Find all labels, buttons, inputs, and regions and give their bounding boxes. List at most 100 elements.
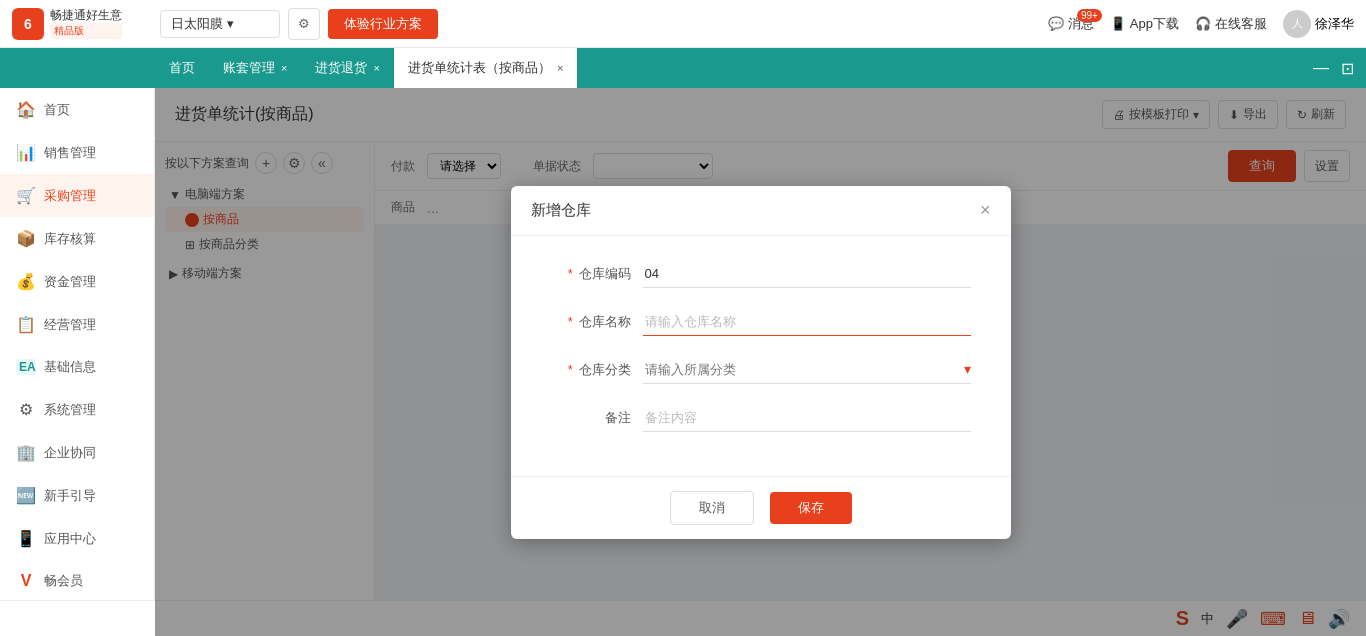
tab-expand-icon[interactable]: ⊡	[1337, 55, 1358, 82]
enterprise-icon: 🏢	[16, 443, 36, 462]
logo-area: 6 畅捷通好生意 精品版	[12, 8, 152, 40]
remark-input[interactable]	[643, 404, 971, 432]
app-center-icon: 📱	[16, 529, 36, 548]
cancel-button[interactable]: 取消	[670, 491, 754, 525]
sidebar-item-guide[interactable]: 🆕 新手引导	[0, 474, 154, 517]
modal-close-button[interactable]: ×	[980, 200, 991, 221]
sidebar-enterprise-label: 企业协同	[44, 444, 96, 462]
app-badge: 精品版	[50, 23, 122, 39]
tab-bar: 首页 账套管理 × 进货退货 × 进货单统计表（按商品） × — ⊡	[0, 48, 1366, 88]
modal-overlay: 新增仓库 × * 仓库编码 *	[155, 88, 1366, 636]
inventory-icon: 📦	[16, 229, 36, 248]
sidebar-item-app-center[interactable]: 📱 应用中心	[0, 517, 154, 560]
sidebar-home-label: 首页	[44, 101, 70, 119]
tab-controls: — ⊡	[1309, 55, 1366, 82]
purchase-icon: 🛒	[16, 186, 36, 205]
save-button[interactable]: 保存	[770, 492, 852, 524]
sidebar-item-vip[interactable]: V 畅会员	[0, 560, 154, 602]
sidebar-item-enterprise[interactable]: 🏢 企业协同	[0, 431, 154, 474]
tab-purchase-stats-label: 进货单统计表（按商品）	[408, 59, 551, 77]
trial-button[interactable]: 体验行业方案	[328, 9, 438, 39]
required-star-category: *	[568, 362, 573, 377]
warehouse-name-label: * 仓库名称	[551, 313, 631, 331]
sidebar-purchase-label: 采购管理	[44, 187, 96, 205]
modal-header: 新增仓库 ×	[511, 186, 1011, 236]
vip-icon: V	[16, 572, 36, 590]
store-selector[interactable]: 日太阳膜 ▾	[160, 10, 280, 38]
settings-button[interactable]: ⚙	[288, 8, 320, 40]
tab-purchase-return[interactable]: 进货退货 ×	[301, 48, 393, 88]
main-layout: 🏠 首页 📊 销售管理 🛒 采购管理 📦 库存核算 💰 资金管理 📋 经营管理 …	[0, 88, 1366, 636]
basic-info-icon: EA	[16, 359, 36, 375]
store-arrow-icon: ▾	[227, 16, 234, 31]
form-row-code: * 仓库编码	[551, 260, 971, 288]
modal-body: * 仓库编码 * 仓库名称	[511, 236, 1011, 476]
sidebar-item-finance[interactable]: 💰 资金管理	[0, 260, 154, 303]
finance-icon: 💰	[16, 272, 36, 291]
tab-purchase-return-label: 进货退货	[315, 59, 367, 77]
app-download-button[interactable]: 📱 App下载	[1110, 15, 1179, 33]
required-star-code: *	[568, 266, 573, 281]
category-dropdown-icon: ▾	[964, 361, 971, 377]
tab-purchase-stats[interactable]: 进货单统计表（按商品） ×	[394, 48, 577, 88]
modal-title: 新增仓库	[531, 201, 591, 220]
tab-purchase-stats-close[interactable]: ×	[557, 62, 563, 74]
tab-account-label: 账套管理	[223, 59, 275, 77]
app-name: 畅捷通好生意	[50, 8, 122, 24]
user-info[interactable]: 人 徐泽华	[1283, 10, 1354, 38]
tab-home[interactable]: 首页	[155, 48, 209, 88]
phone-icon: 📱	[1110, 16, 1126, 31]
warehouse-category-select[interactable]: ▾	[643, 356, 971, 384]
guide-icon: 🆕	[16, 486, 36, 505]
gear-icon: ⚙	[298, 16, 310, 31]
sidebar-item-purchase[interactable]: 🛒 采购管理	[0, 174, 154, 217]
sales-icon: 📊	[16, 143, 36, 162]
header-right: 💬 消息 99+ 📱 App下载 🎧 在线客服 人 徐泽华	[1048, 10, 1354, 38]
sidebar-item-system[interactable]: ⚙ 系统管理	[0, 388, 154, 431]
app-logo: 6	[12, 8, 44, 40]
form-row-category: * 仓库分类 ▾	[551, 356, 971, 384]
warehouse-category-input[interactable]	[643, 356, 964, 383]
store-name: 日太阳膜	[171, 15, 223, 33]
tab-account-close[interactable]: ×	[281, 62, 287, 74]
app-label: App下载	[1130, 15, 1179, 33]
modal-new-warehouse: 新增仓库 × * 仓库编码 *	[511, 186, 1011, 539]
sidebar-sales-label: 销售管理	[44, 144, 96, 162]
system-icon: ⚙	[16, 400, 36, 419]
sidebar-basic-info-label: 基础信息	[44, 358, 96, 376]
modal-footer: 取消 保存	[511, 476, 1011, 539]
sidebar-item-operation[interactable]: 📋 经营管理	[0, 303, 154, 346]
warehouse-code-input[interactable]	[643, 260, 971, 288]
required-star-name: *	[568, 314, 573, 329]
message-button[interactable]: 💬 消息 99+	[1048, 15, 1094, 33]
user-name: 徐泽华	[1315, 15, 1354, 33]
sidebar-operation-label: 经营管理	[44, 316, 96, 334]
sidebar-item-basic-info[interactable]: EA 基础信息	[0, 346, 154, 388]
tab-account[interactable]: 账套管理 ×	[209, 48, 301, 88]
sidebar-app-center-label: 应用中心	[44, 530, 96, 548]
form-row-name: * 仓库名称	[551, 308, 971, 336]
content-area: 进货单统计(按商品) 🖨 按模板打印 ▾ ⬇ 导出 ↻ 刷新	[155, 88, 1366, 636]
warehouse-code-label: * 仓库编码	[551, 265, 631, 283]
tab-purchase-return-close[interactable]: ×	[373, 62, 379, 74]
remark-label: 备注	[551, 409, 631, 427]
sidebar-item-home[interactable]: 🏠 首页	[0, 88, 154, 131]
sidebar-system-label: 系统管理	[44, 401, 96, 419]
warehouse-name-input[interactable]	[643, 308, 971, 336]
avatar: 人	[1283, 10, 1311, 38]
form-row-remark: 备注	[551, 404, 971, 432]
warehouse-category-label: * 仓库分类	[551, 361, 631, 379]
operation-icon: 📋	[16, 315, 36, 334]
message-badge: 99+	[1077, 9, 1102, 22]
online-service-button[interactable]: 🎧 在线客服	[1195, 15, 1267, 33]
sidebar-vip-label: 畅会员	[44, 572, 83, 590]
sidebar-finance-label: 资金管理	[44, 273, 96, 291]
top-header: 6 畅捷通好生意 精品版 日太阳膜 ▾ ⚙ 体验行业方案 💬 消息 99+ 📱 …	[0, 0, 1366, 48]
sidebar: 🏠 首页 📊 销售管理 🛒 采购管理 📦 库存核算 💰 资金管理 📋 经营管理 …	[0, 88, 155, 636]
sidebar-inventory-label: 库存核算	[44, 230, 96, 248]
sidebar-item-sales[interactable]: 📊 销售管理	[0, 131, 154, 174]
message-icon: 💬	[1048, 16, 1064, 31]
tab-minimize-icon[interactable]: —	[1309, 55, 1333, 81]
sidebar-guide-label: 新手引导	[44, 487, 96, 505]
sidebar-item-inventory[interactable]: 📦 库存核算	[0, 217, 154, 260]
